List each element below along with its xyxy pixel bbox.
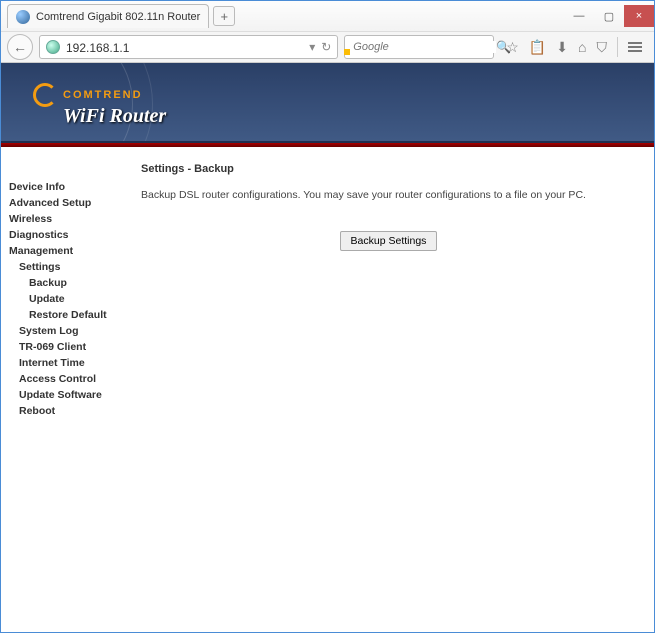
sidebar-item-restore-default[interactable]: Restore Default bbox=[9, 307, 123, 323]
back-button[interactable]: ← bbox=[7, 34, 33, 60]
backup-settings-button[interactable]: Backup Settings bbox=[340, 231, 438, 251]
bookmark-star-icon[interactable]: ☆ bbox=[506, 39, 519, 56]
url-input[interactable] bbox=[66, 40, 309, 55]
reload-icon[interactable]: ↻ bbox=[321, 40, 331, 54]
tab-title: Comtrend Gigabit 802.11n Router bbox=[36, 11, 200, 23]
globe-icon bbox=[46, 40, 60, 54]
sidebar-item-access-control[interactable]: Access Control bbox=[9, 371, 123, 387]
clipboard-icon[interactable]: 📋 bbox=[529, 39, 546, 56]
new-tab-button[interactable]: + bbox=[213, 6, 235, 26]
browser-tab[interactable]: Comtrend Gigabit 802.11n Router bbox=[7, 4, 209, 28]
sidebar-item-device-info[interactable]: Device Info bbox=[9, 179, 123, 195]
menu-icon[interactable] bbox=[628, 40, 642, 54]
search-box[interactable]: 🔍 bbox=[344, 35, 494, 59]
window-titlebar: Comtrend Gigabit 802.11n Router + — ▢ × bbox=[1, 1, 654, 31]
sidebar-item-system-log[interactable]: System Log bbox=[9, 323, 123, 339]
sidebar-item-backup[interactable]: Backup bbox=[9, 275, 123, 291]
window-maximize-button[interactable]: ▢ bbox=[594, 5, 624, 27]
browser-navbar: ← ▾ ↻ 🔍 ☆ 📋 ⬇ ⌂ ⛉ bbox=[1, 31, 654, 63]
page-heading: Settings - Backup bbox=[141, 163, 636, 175]
sidebar-item-tr-069-client[interactable]: TR-069 Client bbox=[9, 339, 123, 355]
brand-name: COMTREND bbox=[63, 89, 143, 101]
sidebar-item-advanced-setup[interactable]: Advanced Setup bbox=[9, 195, 123, 211]
comtrend-logo-icon bbox=[33, 83, 57, 107]
url-bar[interactable]: ▾ ↻ bbox=[39, 35, 338, 59]
tab-favicon bbox=[16, 10, 30, 24]
router-banner: COMTREND WiFi Router bbox=[1, 63, 654, 143]
window-minimize-button[interactable]: — bbox=[564, 5, 594, 27]
toolbar-separator bbox=[617, 37, 618, 57]
home-icon[interactable]: ⌂ bbox=[578, 39, 586, 55]
download-icon[interactable]: ⬇ bbox=[556, 39, 568, 56]
sidebar-item-diagnostics[interactable]: Diagnostics bbox=[9, 227, 123, 243]
search-input[interactable] bbox=[353, 41, 496, 53]
sidebar-item-management[interactable]: Management bbox=[9, 243, 123, 259]
page-description: Backup DSL router configurations. You ma… bbox=[141, 189, 636, 201]
page-content: COMTREND WiFi Router Device InfoAdvanced… bbox=[1, 63, 654, 632]
addon-icon[interactable]: ⛉ bbox=[597, 39, 608, 56]
url-dropdown-icon[interactable]: ▾ bbox=[309, 40, 315, 54]
main-panel: Settings - Backup Backup DSL router conf… bbox=[123, 147, 654, 632]
product-name: WiFi Router bbox=[63, 105, 166, 128]
window-close-button[interactable]: × bbox=[624, 5, 654, 27]
sidebar-item-settings[interactable]: Settings bbox=[9, 259, 123, 275]
sidebar-item-reboot[interactable]: Reboot bbox=[9, 403, 123, 419]
sidebar-item-update[interactable]: Update bbox=[9, 291, 123, 307]
sidebar-nav: Device InfoAdvanced SetupWirelessDiagnos… bbox=[1, 147, 123, 632]
sidebar-item-internet-time[interactable]: Internet Time bbox=[9, 355, 123, 371]
sidebar-item-update-software[interactable]: Update Software bbox=[9, 387, 123, 403]
sidebar-item-wireless[interactable]: Wireless bbox=[9, 211, 123, 227]
